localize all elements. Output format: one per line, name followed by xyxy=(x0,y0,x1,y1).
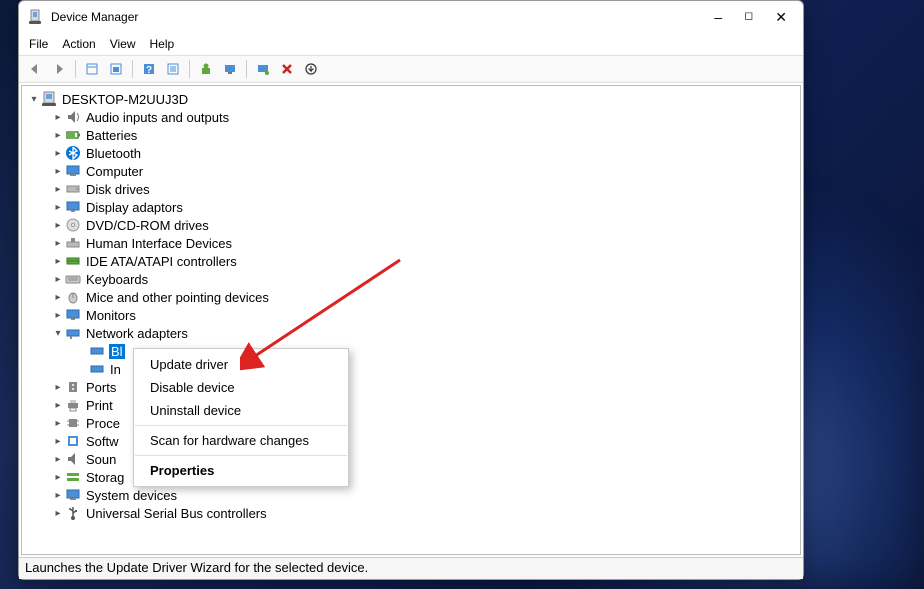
menubar: File Action View Help xyxy=(19,33,803,55)
mouse-icon xyxy=(65,289,81,305)
tree-node[interactable]: ▸Keyboards xyxy=(22,270,800,288)
help-button[interactable]: ? xyxy=(139,59,159,79)
titlebar: Device Manager – ◻ ✕ xyxy=(19,1,803,33)
printer-icon xyxy=(65,397,81,413)
toolbar-btn-3[interactable] xyxy=(82,59,102,79)
chevron-right-icon[interactable]: ▸ xyxy=(52,165,64,177)
tree-node[interactable]: ▸IDE ATA/ATAPI controllers xyxy=(22,252,800,270)
window-title: Device Manager xyxy=(51,10,138,24)
minimize-button[interactable]: – xyxy=(714,9,722,26)
ports-icon xyxy=(65,379,81,395)
chevron-right-icon[interactable]: ▸ xyxy=(52,129,64,141)
menu-action[interactable]: Action xyxy=(62,37,95,51)
chevron-right-icon[interactable]: ▸ xyxy=(52,471,64,483)
toolbar-btn-8[interactable] xyxy=(220,59,240,79)
tree-node[interactable]: ▸Bluetooth xyxy=(22,144,800,162)
system-icon xyxy=(65,487,81,503)
ctx-update-driver[interactable]: Update driver xyxy=(134,353,348,376)
tree-node[interactable]: ▸Mice and other pointing devices xyxy=(22,288,800,306)
network-icon xyxy=(65,325,81,341)
tree-node[interactable]: ▸Disk drives xyxy=(22,180,800,198)
tree-node[interactable]: ▸Batteries xyxy=(22,126,800,144)
toolbar-btn-11[interactable] xyxy=(301,59,321,79)
tree-node[interactable]: ▸Display adaptors xyxy=(22,198,800,216)
tree-node[interactable]: ▸Human Interface Devices xyxy=(22,234,800,252)
toolbar: ? xyxy=(19,55,803,83)
hid-icon xyxy=(65,235,81,251)
chevron-right-icon[interactable]: ▸ xyxy=(52,309,64,321)
chevron-right-icon[interactable]: ▸ xyxy=(52,111,64,123)
tree-node-network[interactable]: ▾Network adapters xyxy=(22,324,800,342)
statusbar-text: Launches the Update Driver Wizard for th… xyxy=(25,560,368,575)
ctx-separator xyxy=(135,425,347,426)
svg-text:?: ? xyxy=(146,65,152,76)
menu-file[interactable]: File xyxy=(29,37,48,51)
ctx-uninstall-device[interactable]: Uninstall device xyxy=(134,399,348,422)
tree-node[interactable]: ▸Computer xyxy=(22,162,800,180)
chevron-right-icon[interactable]: ▸ xyxy=(52,399,64,411)
processor-icon xyxy=(65,415,81,431)
toolbar-btn-9[interactable] xyxy=(253,59,273,79)
audio-icon xyxy=(65,109,81,125)
delete-button[interactable] xyxy=(277,59,297,79)
ctx-properties[interactable]: Properties xyxy=(134,459,348,482)
network-adapter-icon xyxy=(89,343,105,359)
chevron-right-icon[interactable]: ▸ xyxy=(52,201,64,213)
toolbar-btn-6[interactable] xyxy=(163,59,183,79)
disk-icon xyxy=(65,181,81,197)
display-icon xyxy=(65,199,81,215)
app-icon xyxy=(27,9,43,25)
chevron-right-icon[interactable]: ▸ xyxy=(52,435,64,447)
chevron-right-icon[interactable]: ▸ xyxy=(52,417,64,429)
device-manager-window: Device Manager – ◻ ✕ File Action View He… xyxy=(18,0,804,580)
root-label: DESKTOP-M2UUJ3D xyxy=(61,92,189,107)
ide-icon xyxy=(65,253,81,269)
tree-node[interactable]: ▸Universal Serial Bus controllers xyxy=(22,504,800,522)
chevron-right-icon[interactable]: ▸ xyxy=(52,489,64,501)
device-tree[interactable]: ▾ DESKTOP-M2UUJ3D ▸Audio inputs and outp… xyxy=(21,85,801,555)
computer-icon xyxy=(65,163,81,179)
monitor-icon xyxy=(65,307,81,323)
toolbar-btn-4[interactable] xyxy=(106,59,126,79)
dvd-icon xyxy=(65,217,81,233)
toolbar-btn-7[interactable] xyxy=(196,59,216,79)
tree-root[interactable]: ▾ DESKTOP-M2UUJ3D xyxy=(22,90,800,108)
ctx-separator xyxy=(135,455,347,456)
menu-view[interactable]: View xyxy=(110,37,136,51)
sound-icon xyxy=(65,451,81,467)
chevron-right-icon[interactable]: ▸ xyxy=(52,219,64,231)
context-menu: Update driver Disable device Uninstall d… xyxy=(133,348,349,487)
computer-icon xyxy=(41,91,57,107)
ctx-scan-hardware[interactable]: Scan for hardware changes xyxy=(134,429,348,452)
chevron-right-icon[interactable]: ▸ xyxy=(52,147,64,159)
software-icon xyxy=(65,433,81,449)
tree-node[interactable]: ▸Audio inputs and outputs xyxy=(22,108,800,126)
tree-node[interactable]: ▸System devices xyxy=(22,486,800,504)
maximize-button[interactable]: ◻ xyxy=(744,9,753,26)
ctx-disable-device[interactable]: Disable device xyxy=(134,376,348,399)
statusbar: Launches the Update Driver Wizard for th… xyxy=(19,557,803,579)
tree-node[interactable]: ▸DVD/CD-ROM drives xyxy=(22,216,800,234)
forward-button[interactable] xyxy=(49,59,69,79)
chevron-right-icon[interactable]: ▸ xyxy=(52,183,64,195)
usb-icon xyxy=(65,505,81,521)
battery-icon xyxy=(65,127,81,143)
chevron-right-icon[interactable]: ▸ xyxy=(52,291,64,303)
chevron-down-icon[interactable]: ▾ xyxy=(52,327,64,339)
chevron-right-icon[interactable]: ▸ xyxy=(52,255,64,267)
back-button[interactable] xyxy=(25,59,45,79)
chevron-right-icon[interactable]: ▸ xyxy=(52,453,64,465)
tree-node[interactable]: ▸Monitors xyxy=(22,306,800,324)
network-adapter-icon xyxy=(89,361,105,377)
chevron-down-icon[interactable]: ▾ xyxy=(28,93,40,105)
keyboard-icon xyxy=(65,271,81,287)
chevron-right-icon[interactable]: ▸ xyxy=(52,381,64,393)
chevron-right-icon[interactable]: ▸ xyxy=(52,273,64,285)
chevron-right-icon[interactable]: ▸ xyxy=(52,507,64,519)
menu-help[interactable]: Help xyxy=(150,37,175,51)
bluetooth-icon xyxy=(65,145,81,161)
storage-icon xyxy=(65,469,81,485)
close-button[interactable]: ✕ xyxy=(775,9,787,26)
chevron-right-icon[interactable]: ▸ xyxy=(52,237,64,249)
